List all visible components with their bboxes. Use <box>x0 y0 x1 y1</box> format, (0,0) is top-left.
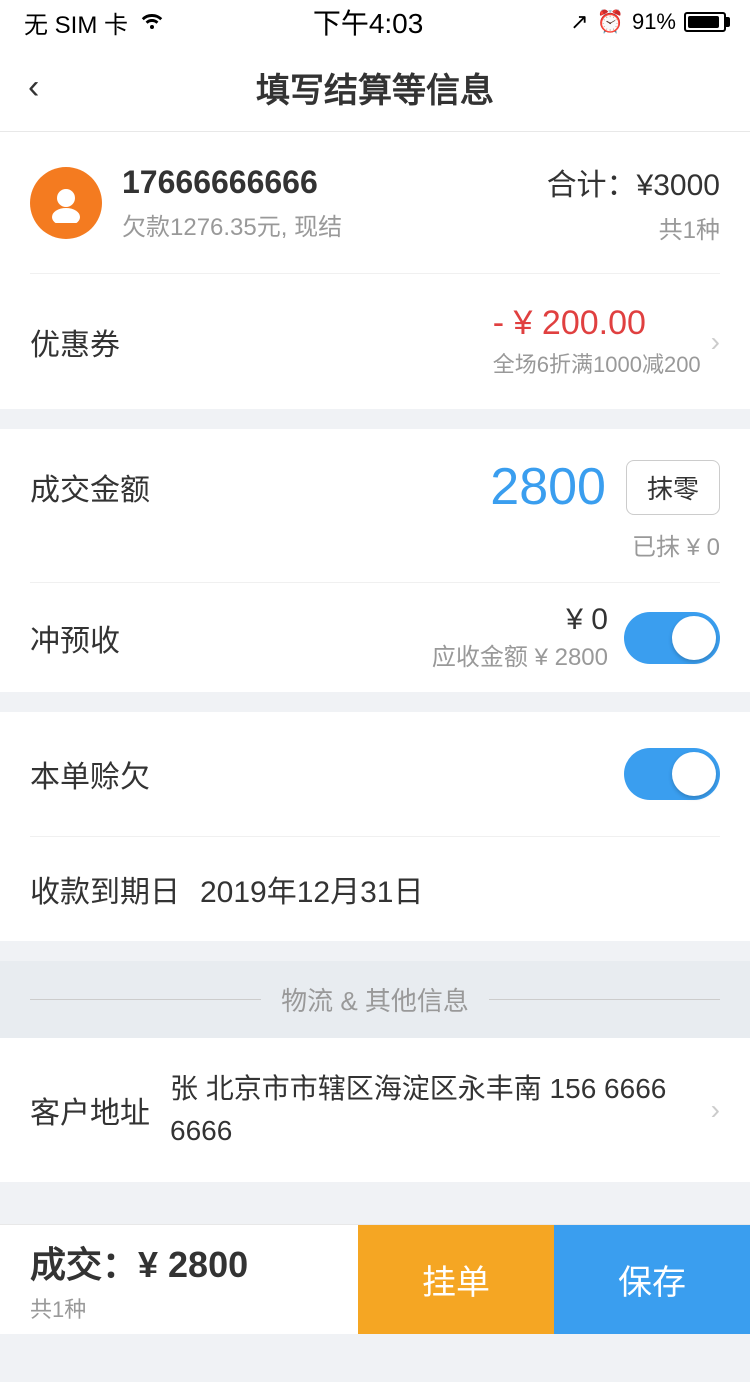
total-amount: 合计：¥3000 <box>547 160 720 204</box>
prepaid-info: ¥ 0 应收金额 ¥ 2800 <box>432 603 608 672</box>
debt-label: 本单赊欠 <box>30 752 150 796</box>
footer: 成交：¥ 2800 共1种 挂单 保存 <box>0 1224 750 1334</box>
section-gap-1 <box>0 409 750 429</box>
customer-right: 合计：¥3000 共1种 <box>547 160 720 245</box>
address-label: 客户地址 <box>30 1088 150 1132</box>
debt-toggle[interactable] <box>624 748 720 800</box>
header-line-right <box>489 999 720 1000</box>
header-line-left <box>30 999 261 1000</box>
amount-label: 成交金额 <box>30 465 150 509</box>
amount-right: 2800 抹零 <box>490 457 720 517</box>
prepaid-amount: ¥ 0 <box>432 603 608 637</box>
address-card: 客户地址 张 北京市市辖区海淀区永丰南 156 6666 6666 › <box>0 1038 750 1182</box>
location-icon: ↗ <box>570 9 588 35</box>
address-value: 张 北京市市辖区海淀区永丰南 156 6666 6666 <box>170 1068 691 1152</box>
battery-percent: 91% <box>632 9 676 35</box>
page-title: 填写结算等信息 <box>256 63 494 112</box>
duedate-value: 2019年12月31日 <box>200 867 423 911</box>
coupon-row[interactable]: 优惠券 - ¥ 200.00 全场6折满1000减200 › <box>30 274 720 409</box>
duedate-label: 收款到期日 <box>30 867 180 911</box>
footer-info: 成交：¥ 2800 共1种 <box>0 1225 358 1334</box>
sim-label: 无 SIM 卡 <box>24 5 128 40</box>
round-button[interactable]: 抹零 <box>626 460 720 515</box>
footer-deal-amount: ¥ 2800 <box>138 1244 248 1285</box>
amount-value: 2800 <box>490 457 606 517</box>
coupon-discount-block: - ¥ 200.00 全场6折满1000减200 <box>493 304 701 379</box>
customer-row: 17666666666 欠款1276.35元, 现结 合计：¥3000 共1种 <box>30 132 720 273</box>
status-right: ↗ ⏰ 91% <box>570 9 726 35</box>
status-left: 无 SIM 卡 <box>24 5 166 40</box>
prepaid-sub: 应收金额 ¥ 2800 <box>432 637 608 672</box>
customer-sub: 欠款1276.35元, 现结 <box>122 207 342 242</box>
total-count: 共1种 <box>547 210 720 245</box>
coupon-right: - ¥ 200.00 全场6折满1000减200 › <box>493 304 720 379</box>
debt-row: 本单赊欠 <box>30 712 720 836</box>
customer-left: 17666666666 欠款1276.35元, 现结 <box>30 164 342 242</box>
amount-sub: 已抹 ¥ 0 <box>30 527 720 582</box>
prepaid-right: ¥ 0 应收金额 ¥ 2800 <box>432 603 720 672</box>
alarm-icon: ⏰ <box>597 9 624 35</box>
back-button[interactable]: ‹ <box>28 68 39 107</box>
coupon-discount: - ¥ 200.00 <box>493 304 701 343</box>
page-header: ‹ 填写结算等信息 <box>0 44 750 132</box>
amount-row: 成交金额 2800 抹零 <box>30 429 720 527</box>
footer-deal-label: 成交： <box>30 1244 138 1285</box>
duedate-row: 收款到期日 2019年12月31日 <box>30 837 720 941</box>
footer-count: 共1种 <box>30 1292 328 1324</box>
coupon-label: 优惠券 <box>30 320 120 364</box>
save-button[interactable]: 保存 <box>554 1225 750 1334</box>
customer-phone: 17666666666 <box>122 164 342 201</box>
chevron-right-icon: › <box>711 326 720 358</box>
coupon-desc: 全场6折满1000减200 <box>493 347 701 379</box>
status-time: 下午4:03 <box>313 2 424 42</box>
logistics-section-header: 物流 & 其他信息 <box>0 961 750 1038</box>
status-bar: 无 SIM 卡 下午4:03 ↗ ⏰ 91% <box>0 0 750 44</box>
prepaid-toggle[interactable] <box>624 612 720 664</box>
footer-amount: 成交：¥ 2800 <box>30 1236 328 1288</box>
address-chevron-icon: › <box>711 1094 720 1126</box>
logistics-label: 物流 & 其他信息 <box>281 981 469 1018</box>
amount-card: 成交金额 2800 抹零 已抹 ¥ 0 冲预收 ¥ 0 应收金额 ¥ 2800 <box>0 429 750 692</box>
address-row[interactable]: 客户地址 张 北京市市辖区海淀区永丰南 156 6666 6666 › <box>30 1038 720 1182</box>
section-gap-3 <box>0 941 750 961</box>
section-gap-2 <box>0 692 750 712</box>
battery-icon <box>684 12 726 32</box>
wifi-icon <box>138 8 166 36</box>
hold-button[interactable]: 挂单 <box>358 1225 554 1334</box>
customer-card: 17666666666 欠款1276.35元, 现结 合计：¥3000 共1种 … <box>0 132 750 409</box>
debt-card: 本单赊欠 收款到期日 2019年12月31日 <box>0 712 750 941</box>
avatar <box>30 167 102 239</box>
customer-info: 17666666666 欠款1276.35元, 现结 <box>122 164 342 242</box>
prepaid-row: 冲预收 ¥ 0 应收金额 ¥ 2800 <box>30 583 720 692</box>
prepaid-label: 冲预收 <box>30 616 120 660</box>
